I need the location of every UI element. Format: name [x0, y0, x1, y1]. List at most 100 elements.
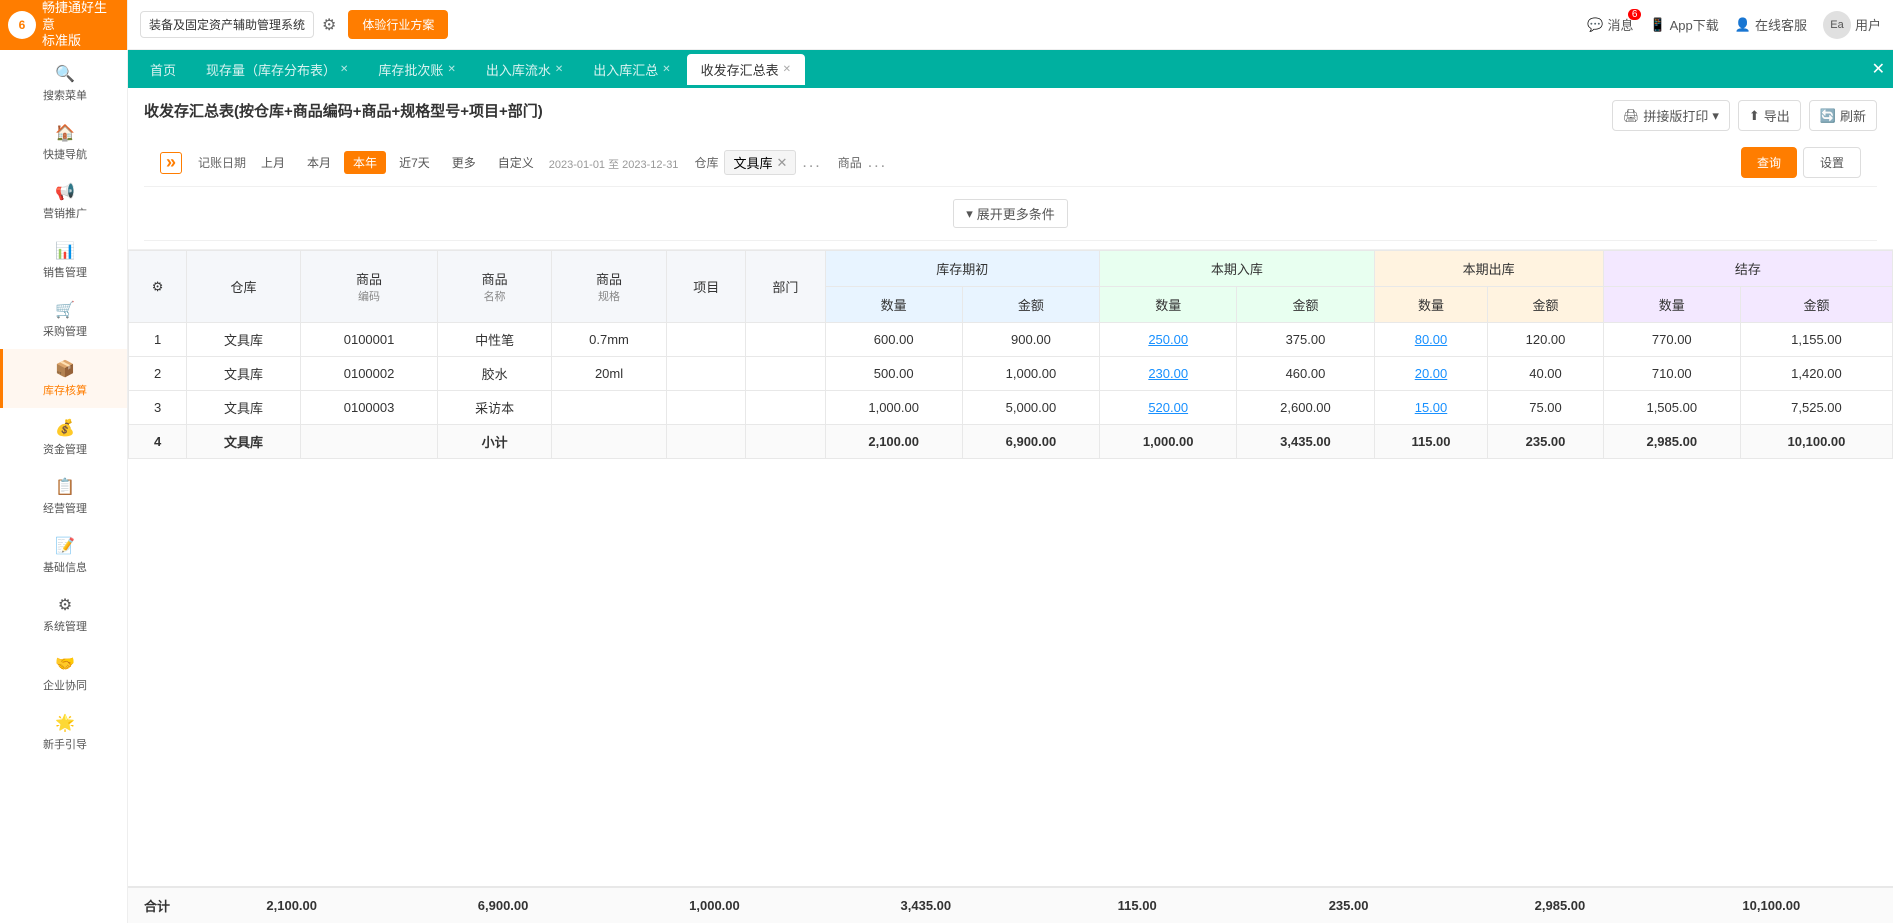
cell-balance-amt: 1,155.00 — [1740, 323, 1892, 357]
footer-balance-amt: 10,100.00 — [1666, 898, 1877, 913]
col-out-group: 本期出库 — [1374, 251, 1603, 287]
goods-more-btn[interactable]: ... — [868, 154, 887, 172]
sidebar-item-label: 基础信息 — [43, 559, 87, 575]
print-btn[interactable]: 🖨 拼接版打印 ▾ — [1612, 100, 1730, 131]
sidebar-item-label: 企业协同 — [43, 677, 87, 693]
cell-balance-qty: 710.00 — [1603, 357, 1740, 391]
sidebar-item-search[interactable]: 🔍搜索菜单 — [0, 54, 127, 113]
cell-no: 2 — [129, 357, 187, 391]
topbar: 装备及固定资产辅助管理系统 ⚙ 体验行业方案 💬 消息 6 📱 App下载 👤 … — [128, 0, 1893, 50]
warehouse-more-btn[interactable]: ... — [802, 154, 821, 172]
content-area: 收发存汇总表(按仓库+商品编码+商品+规格型号+项目+部门) 🖨 拼接版打印 ▾… — [128, 88, 1893, 923]
date-btn-this-year[interactable]: 本年 — [344, 151, 386, 174]
tab-bar-close-btn[interactable]: ✕ — [1872, 59, 1885, 79]
export-btn[interactable]: ⬆ 导出 — [1738, 100, 1801, 131]
filter-collapse-btn[interactable]: » — [160, 152, 182, 174]
cell-warehouse: 文具库 — [187, 391, 301, 425]
table-row: 3 文具库 0100003 采访本 1,000.00 5,000.00 520.… — [129, 391, 1893, 425]
cell-balance-qty: 2,985.00 — [1603, 425, 1740, 459]
cell-opening-qty: 500.00 — [825, 357, 962, 391]
footer-in-qty: 1,000.00 — [609, 898, 820, 913]
query-btn[interactable]: 查询 — [1741, 147, 1797, 178]
sidebar-item-finance[interactable]: 💰资金管理 — [0, 408, 127, 467]
date-btn-last-month[interactable]: 上月 — [252, 151, 294, 174]
tab-inventory-dist[interactable]: 现存量（库存分布表）✕ — [192, 54, 362, 85]
col-spec: 商品规格 — [551, 251, 666, 323]
filter-settings-btn[interactable]: 设置 — [1803, 147, 1861, 178]
cell-out-amt: 40.00 — [1488, 357, 1603, 391]
cell-balance-qty: 770.00 — [1603, 323, 1740, 357]
col-dept: 部门 — [746, 251, 825, 323]
app-download-btn[interactable]: 📱 App下载 — [1649, 15, 1718, 34]
sidebar-item-label: 采购管理 — [43, 323, 87, 339]
tab-recv-send-summary[interactable]: 收发存汇总表✕ — [687, 54, 805, 85]
date-shortcuts: 上月 本月 本年 近7天 更多 自定义 — [252, 151, 543, 174]
system-selector[interactable]: 装备及固定资产辅助管理系统 — [140, 11, 314, 38]
tab-inout-summary[interactable]: 出入库汇总✕ — [579, 54, 684, 85]
cell-dept — [746, 357, 825, 391]
remove-warehouse-icon[interactable]: ✕ — [776, 155, 787, 171]
sidebar-item-quick-nav[interactable]: 🏠快捷导航 — [0, 113, 127, 172]
cell-code: 0100001 — [300, 323, 437, 357]
settings-icon[interactable]: ⚙ — [322, 15, 336, 35]
search-icon: 🔍 — [55, 64, 75, 84]
quick-nav-icon: 🏠 — [55, 123, 75, 143]
warehouse-filter-group: 仓库 文具库 ✕ ... — [694, 150, 821, 175]
user-avatar-btn[interactable]: Ea 用户 — [1823, 11, 1881, 39]
tab-inout-flow[interactable]: 出入库流水✕ — [472, 54, 577, 85]
sidebar-item-operations[interactable]: 📋经营管理 — [0, 467, 127, 526]
tab-close-icon[interactable]: ✕ — [783, 64, 791, 75]
date-btn-this-month[interactable]: 本月 — [298, 151, 340, 174]
sidebar-item-sales[interactable]: 📊销售管理 — [0, 231, 127, 290]
sidebar-item-marketing[interactable]: 📢营销推广 — [0, 172, 127, 231]
date-btn-custom[interactable]: 自定义 — [489, 151, 543, 174]
sidebar-item-system[interactable]: ⚙系统管理 — [0, 585, 127, 644]
data-table: ⚙ 仓库 商品编码 商品名称 商品规格 项目 部门 库存期初 本期入库 本期出库… — [128, 250, 1893, 459]
cell-opening-amt: 6,900.00 — [962, 425, 1099, 459]
col-in-group: 本期入库 — [1100, 251, 1375, 287]
tab-batch[interactable]: 库存批次账✕ — [364, 54, 469, 85]
cell-opening-qty: 1,000.00 — [825, 391, 962, 425]
col-out-qty: 数量 — [1374, 287, 1488, 323]
table-row: 1 文具库 0100001 中性笔 0.7mm 600.00 900.00 25… — [129, 323, 1893, 357]
tab-close-icon[interactable]: ✕ — [447, 64, 455, 75]
cell-no: 3 — [129, 391, 187, 425]
sidebar-item-corp[interactable]: 🤝企业协同 — [0, 644, 127, 703]
sidebar-item-basic[interactable]: 📝基础信息 — [0, 526, 127, 585]
sidebar-item-purchase[interactable]: 🛒 采购管理 — [0, 290, 127, 349]
sidebar-item-inventory[interactable]: 📦库存核算 — [0, 349, 127, 408]
cell-spec: 20ml — [551, 357, 666, 391]
warehouse-tag[interactable]: 文具库 ✕ — [724, 150, 796, 175]
sidebar-item-guide[interactable]: 🌟新手引导 — [0, 703, 127, 762]
tab-home[interactable]: 首页 — [136, 54, 190, 85]
refresh-btn[interactable]: 🔄 刷新 — [1809, 100, 1877, 131]
cell-in-amt: 375.00 — [1237, 323, 1374, 357]
online-service-btn[interactable]: 👤 在线客服 — [1735, 15, 1807, 34]
bell-icon: 💬 — [1587, 17, 1603, 33]
col-settings[interactable]: ⚙ — [129, 251, 187, 323]
tab-close-icon[interactable]: ✕ — [662, 64, 670, 75]
experience-btn[interactable]: 体验行业方案 — [348, 10, 448, 39]
date-btn-7days[interactable]: 近7天 — [390, 151, 439, 174]
col-project: 项目 — [667, 251, 746, 323]
cell-opening-qty: 600.00 — [825, 323, 962, 357]
cell-name: 中性笔 — [438, 323, 552, 357]
tab-close-icon[interactable]: ✕ — [340, 64, 348, 75]
expand-conditions-btn[interactable]: ▾ 展开更多条件 — [953, 199, 1068, 228]
topbar-right: 💬 消息 6 📱 App下载 👤 在线客服 Ea 用户 — [1587, 11, 1881, 39]
cell-project — [667, 391, 746, 425]
cell-out-qty: 80.00 — [1374, 323, 1488, 357]
cell-out-amt: 75.00 — [1488, 391, 1603, 425]
table-row: 2 文具库 0100002 胶水 20ml 500.00 1,000.00 23… — [129, 357, 1893, 391]
tab-close-icon[interactable]: ✕ — [555, 64, 563, 75]
purchase-icon: 🛒 — [55, 300, 75, 320]
cell-no: 4 — [129, 425, 187, 459]
date-btn-more[interactable]: 更多 — [443, 151, 485, 174]
col-opening-qty: 数量 — [825, 287, 962, 323]
sidebar-item-label: 新手引导 — [43, 736, 87, 752]
app-title: 畅捷通好生意 标准版 — [42, 0, 119, 50]
chevron-down-icon: ▾ — [1712, 108, 1719, 124]
operations-icon: 📋 — [55, 477, 75, 497]
cell-balance-qty: 1,505.00 — [1603, 391, 1740, 425]
message-icon-btn[interactable]: 💬 消息 6 — [1587, 15, 1633, 34]
